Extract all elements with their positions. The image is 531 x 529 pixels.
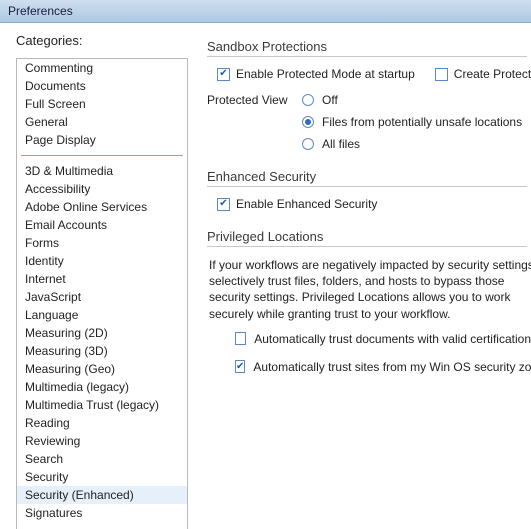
enable-enhanced-security-row[interactable]: Enable Enhanced Security [217, 197, 531, 211]
section-enhanced-title: Enhanced Security [207, 169, 531, 184]
create-protected-row[interactable]: Create Protected [435, 67, 531, 81]
category-item[interactable]: Full Screen [17, 95, 187, 113]
divider [207, 186, 527, 187]
checkbox-icon[interactable] [235, 360, 245, 373]
radio-label: Files from potentially unsafe locations [322, 115, 522, 129]
category-item[interactable]: Page Display [17, 131, 187, 149]
category-item[interactable]: General [17, 113, 187, 131]
divider [21, 155, 183, 156]
category-item[interactable]: Search [17, 450, 187, 468]
radio-icon[interactable] [302, 116, 314, 128]
category-item[interactable]: Documents [17, 77, 187, 95]
section-privileged-title: Privileged Locations [207, 229, 531, 244]
auto-trust-sites-label: Automatically trust sites from my Win OS… [253, 360, 531, 374]
window-titlebar: Preferences [0, 0, 531, 23]
category-item[interactable]: Multimedia (legacy) [17, 378, 187, 396]
category-item[interactable]: Accessibility [17, 180, 187, 198]
settings-pane: Sandbox Protections Enable Protected Mod… [195, 23, 531, 529]
category-item[interactable]: Measuring (2D) [17, 324, 187, 342]
categories-heading: Categories: [16, 33, 195, 48]
checkbox-icon[interactable] [217, 198, 230, 211]
category-item[interactable]: Adobe Online Services [17, 198, 187, 216]
dialog-body: Categories: CommentingDocumentsFull Scre… [0, 23, 531, 529]
category-item[interactable]: Security (Enhanced) [17, 486, 187, 504]
divider [207, 56, 527, 57]
category-item[interactable]: 3D & Multimedia [17, 162, 187, 180]
category-item[interactable]: Language [17, 306, 187, 324]
window-title: Preferences [8, 4, 73, 18]
protected-view-unsafe[interactable]: Files from potentially unsafe locations [302, 115, 522, 129]
auto-trust-docs-row[interactable]: Automatically trust documents with valid… [235, 332, 531, 346]
radio-label: All files [322, 137, 360, 151]
protected-view-off[interactable]: Off [302, 93, 522, 107]
protected-view-label: Protected View [207, 93, 302, 107]
auto-trust-docs-label: Automatically trust documents with valid… [254, 332, 531, 346]
categories-list[interactable]: CommentingDocumentsFull ScreenGeneralPag… [16, 58, 188, 529]
auto-trust-sites-row[interactable]: Automatically trust sites from my Win OS… [235, 360, 531, 374]
category-item[interactable]: JavaScript [17, 288, 187, 306]
category-item[interactable]: Reviewing [17, 432, 187, 450]
category-item[interactable]: Forms [17, 234, 187, 252]
enable-protected-mode-row[interactable]: Enable Protected Mode at startup [217, 67, 415, 81]
radio-icon[interactable] [302, 94, 314, 106]
category-item[interactable]: Security [17, 468, 187, 486]
category-item[interactable]: Multimedia Trust (legacy) [17, 396, 187, 414]
category-item[interactable]: Reading [17, 414, 187, 432]
category-item[interactable]: Measuring (3D) [17, 342, 187, 360]
section-sandbox-title: Sandbox Protections [207, 39, 531, 54]
protected-view-all[interactable]: All files [302, 137, 522, 151]
category-item[interactable]: Commenting [17, 59, 187, 77]
category-item[interactable]: Email Accounts [17, 216, 187, 234]
radio-icon[interactable] [302, 138, 314, 150]
category-item[interactable]: Measuring (Geo) [17, 360, 187, 378]
radio-label: Off [322, 93, 338, 107]
checkbox-icon[interactable] [235, 332, 246, 345]
categories-sidebar: Categories: CommentingDocumentsFull Scre… [0, 23, 195, 529]
category-item[interactable]: Signatures [17, 504, 187, 522]
category-item[interactable]: Identity [17, 252, 187, 270]
privileged-description: If your workflows are negatively impacte… [209, 257, 531, 322]
checkbox-icon[interactable] [435, 68, 448, 81]
enable-protected-mode-label: Enable Protected Mode at startup [236, 67, 415, 81]
enable-enhanced-security-label: Enable Enhanced Security [236, 197, 377, 211]
checkbox-icon[interactable] [217, 68, 230, 81]
divider [207, 246, 527, 247]
category-item[interactable]: Internet [17, 270, 187, 288]
create-protected-label: Create Protected [454, 67, 531, 81]
